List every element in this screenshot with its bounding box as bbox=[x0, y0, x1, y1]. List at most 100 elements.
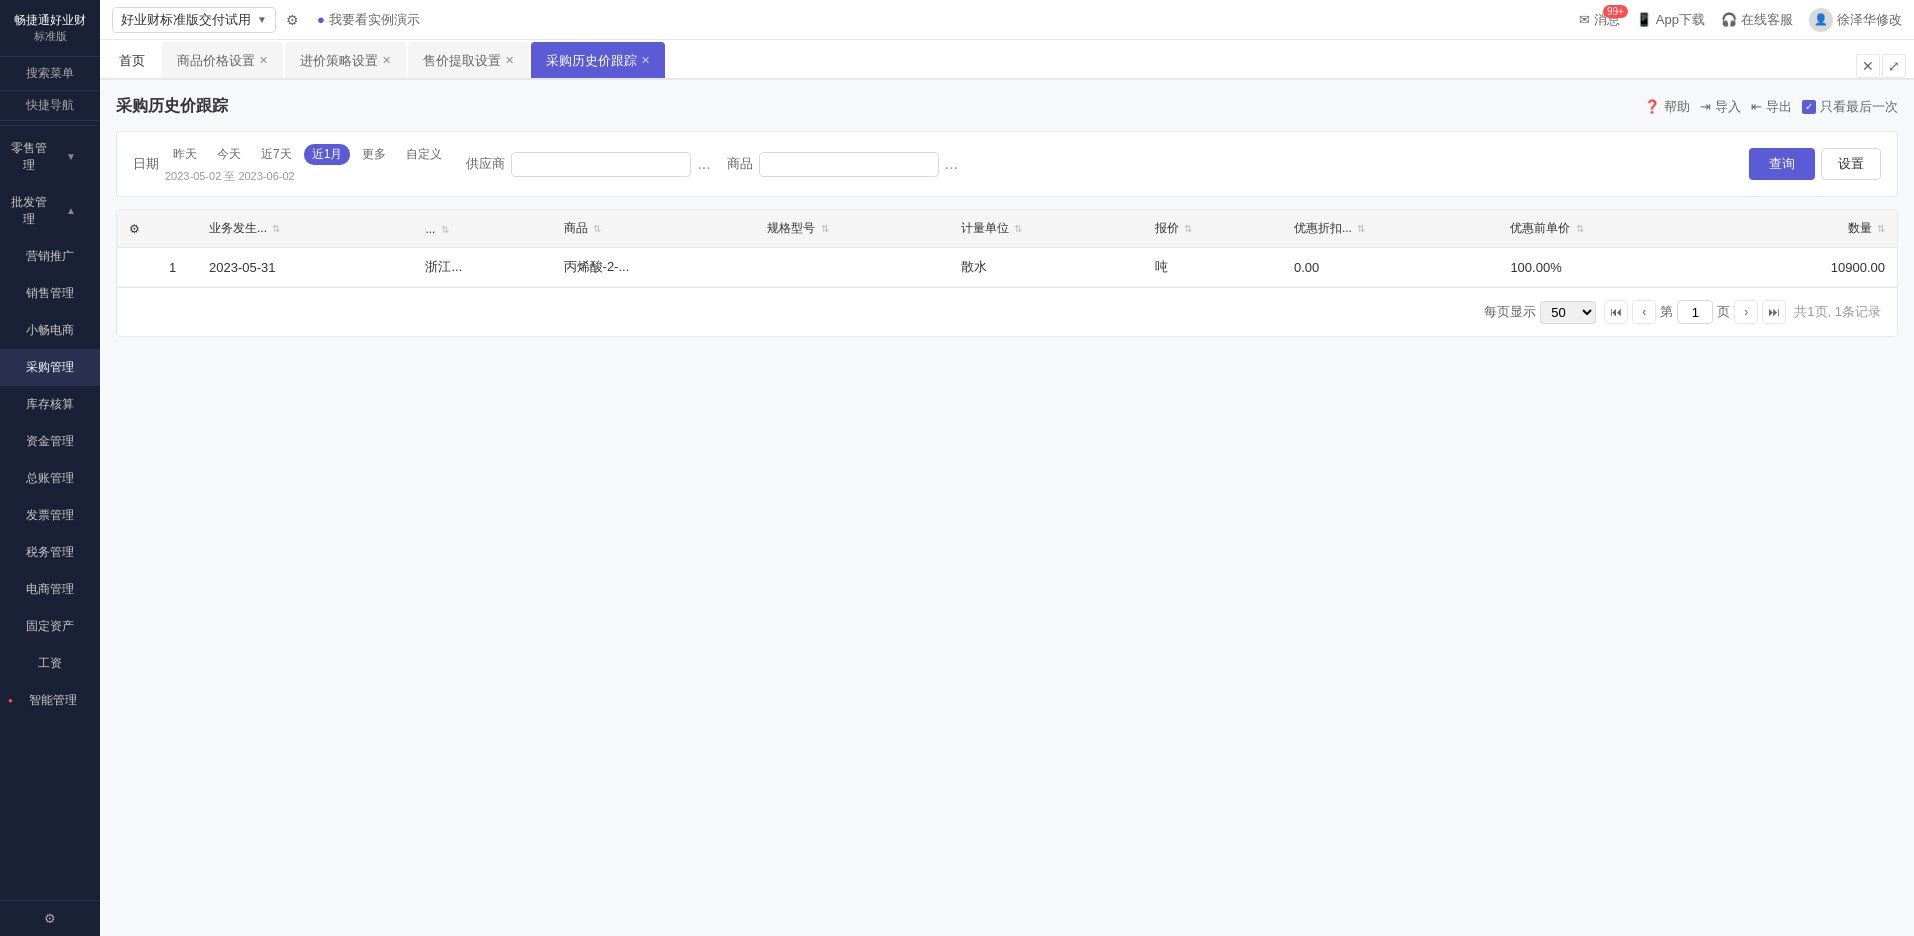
page-number-input[interactable] bbox=[1677, 300, 1713, 324]
online-service-button[interactable]: 🎧 在线客服 bbox=[1721, 11, 1793, 29]
sidebar-item-ecommerce-small[interactable]: 小畅电商 bbox=[0, 312, 100, 349]
sidebar-item-purchase[interactable]: 采购管理 bbox=[0, 349, 100, 386]
sidebar-item-invoice[interactable]: 发票管理 bbox=[0, 497, 100, 534]
row-goods: 丙烯酸-2-... bbox=[552, 248, 756, 287]
user-menu-button[interactable]: 👤 徐泽华修改 bbox=[1809, 8, 1902, 32]
sidebar-quick-nav[interactable]: 快捷导航 bbox=[0, 91, 100, 121]
page-label-unit: 页 bbox=[1717, 303, 1730, 321]
help-button[interactable]: ❓ 帮助 bbox=[1644, 98, 1690, 116]
supplier-more-icon[interactable]: ... bbox=[697, 155, 710, 173]
close-icon[interactable]: ✕ bbox=[259, 54, 268, 67]
close-tab-button[interactable]: ✕ bbox=[1856, 54, 1880, 78]
sidebar-settings-button[interactable]: ⚙ bbox=[0, 900, 100, 936]
sidebar-item-tax[interactable]: 税务管理 bbox=[0, 534, 100, 571]
app-download-button[interactable]: 📱 App下载 bbox=[1636, 11, 1705, 29]
sort-icon[interactable]: ⇅ bbox=[1877, 223, 1885, 234]
sidebar-item-general-ledger[interactable]: 总账管理 bbox=[0, 460, 100, 497]
th-quantity: 数量 ⇅ bbox=[1719, 210, 1897, 248]
filter-settings-button[interactable]: 设置 bbox=[1821, 148, 1881, 180]
sidebar-item-finance[interactable]: 资金管理 bbox=[0, 423, 100, 460]
sidebar-item-salary[interactable]: 工资 bbox=[0, 645, 100, 682]
settings-icon[interactable]: ⚙ bbox=[286, 12, 299, 28]
gear-icon[interactable]: ⚙ bbox=[129, 222, 140, 236]
date-pill-more[interactable]: 更多 bbox=[354, 144, 394, 165]
last-page-button[interactable]: ⏭ bbox=[1762, 300, 1786, 324]
tab-sale-price[interactable]: 售价提取设置 ✕ bbox=[408, 42, 529, 78]
tab-home[interactable]: 首页 bbox=[104, 42, 160, 78]
first-page-button[interactable]: ⏮ bbox=[1604, 300, 1628, 324]
sidebar-item-inventory[interactable]: 库存核算 bbox=[0, 386, 100, 423]
export-button[interactable]: ⇤ 导出 bbox=[1751, 98, 1792, 116]
sidebar-item-ecommerce[interactable]: 电商管理 bbox=[0, 571, 100, 608]
chevron-down-icon: ▼ bbox=[50, 151, 92, 162]
date-pill-today[interactable]: 今天 bbox=[209, 144, 249, 165]
supplier-input[interactable] bbox=[511, 152, 691, 177]
last-only-checkbox-container[interactable]: ✓ 只看最后一次 bbox=[1802, 98, 1898, 116]
tab-controls: ✕ ⤢ bbox=[1856, 54, 1914, 78]
date-pill-7days[interactable]: 近7天 bbox=[253, 144, 300, 165]
sort-icon[interactable]: ⇅ bbox=[441, 224, 449, 235]
date-pill-custom[interactable]: 自定义 bbox=[398, 144, 450, 165]
tab-price[interactable]: 商品价格设置 ✕ bbox=[162, 42, 283, 78]
goods-input[interactable] bbox=[759, 152, 939, 177]
table-header-row: ⚙ 业务发生... ⇅ ... ⇅ 商品 ⇅ bbox=[117, 210, 1897, 248]
tab-purchase-strategy-label: 进价策略设置 bbox=[300, 52, 378, 70]
tab-sale-price-label: 售价提取设置 bbox=[423, 52, 501, 70]
date-pill-1month[interactable]: 近1月 bbox=[304, 144, 351, 165]
sidebar-item-fixed-assets[interactable]: 固定资产 bbox=[0, 608, 100, 645]
th-dots: ... ⇅ bbox=[413, 210, 551, 248]
pagination: 每页显示 50 10 20 100 ⏮ ‹ 第 页 › ⏭ bbox=[117, 287, 1897, 336]
sort-icon[interactable]: ⇅ bbox=[821, 223, 829, 234]
row-discount: 0.00 bbox=[1282, 248, 1498, 287]
tab-purchase-strategy[interactable]: 进价策略设置 ✕ bbox=[285, 42, 406, 78]
sidebar-item-wholesale[interactable]: 批发管理 ▲ bbox=[0, 184, 100, 238]
play-icon: ● bbox=[317, 12, 325, 27]
version-selector[interactable]: 好业财标准版交付试用 ▼ bbox=[112, 7, 276, 33]
close-icon[interactable]: ✕ bbox=[505, 54, 514, 67]
per-page-dropdown[interactable]: 50 10 20 100 bbox=[1540, 301, 1596, 324]
sidebar-logo: 畅捷通好业财 标准版 bbox=[0, 0, 100, 57]
demo-button[interactable]: ● 我要看实例演示 bbox=[317, 11, 420, 29]
date-filter-label: 日期 bbox=[133, 155, 159, 173]
prev-page-button[interactable]: ‹ bbox=[1632, 300, 1656, 324]
sidebar-item-smart-mgmt[interactable]: 智能管理 bbox=[0, 682, 100, 719]
sidebar-search[interactable]: 搜索菜单 bbox=[0, 57, 100, 91]
app-name: 畅捷通好业财 bbox=[8, 12, 92, 29]
th-unit: 计量单位 ⇅ bbox=[949, 210, 1143, 248]
maximize-tab-button[interactable]: ⤢ bbox=[1882, 54, 1906, 78]
sidebar-item-sales[interactable]: 销售管理 bbox=[0, 275, 100, 312]
sidebar-divider bbox=[0, 125, 100, 126]
last-only-checkbox[interactable]: ✓ bbox=[1802, 100, 1816, 114]
close-icon[interactable]: ✕ bbox=[382, 54, 391, 67]
page-title: 采购历史价跟踪 bbox=[116, 96, 228, 117]
per-page-label: 每页显示 bbox=[1484, 303, 1536, 321]
row-quantity: 10900.00 bbox=[1719, 248, 1897, 287]
filter-actions: 查询 设置 bbox=[1749, 148, 1881, 180]
import-button[interactable]: ⇥ 导入 bbox=[1700, 98, 1741, 116]
row-spec bbox=[755, 248, 949, 287]
sidebar-item-marketing[interactable]: 营销推广 bbox=[0, 238, 100, 275]
goods-more-icon[interactable]: ... bbox=[945, 155, 958, 173]
topbar-right: ✉ 消息 99+ 📱 App下载 🎧 在线客服 👤 徐泽华修改 bbox=[1579, 8, 1902, 32]
import-label: 导入 bbox=[1715, 98, 1741, 116]
sort-icon[interactable]: ⇅ bbox=[1576, 223, 1584, 234]
content-area: 采购历史价跟踪 ❓ 帮助 ⇥ 导入 ⇤ 导出 ✓ 只看最后一次 bbox=[100, 80, 1914, 936]
headset-icon: 🎧 bbox=[1721, 12, 1737, 27]
sort-icon[interactable]: ⇅ bbox=[272, 223, 280, 234]
query-button[interactable]: 查询 bbox=[1749, 148, 1815, 180]
date-pill-yesterday[interactable]: 昨天 bbox=[165, 144, 205, 165]
tab-bar: 首页 商品价格设置 ✕ 进价策略设置 ✕ 售价提取设置 ✕ 采购历史价跟踪 ✕ … bbox=[100, 40, 1914, 80]
tab-purchase-history[interactable]: 采购历史价跟踪 ✕ bbox=[531, 42, 665, 78]
close-icon[interactable]: ✕ bbox=[641, 54, 650, 67]
page-nav: ⏮ ‹ 第 页 › ⏭ bbox=[1604, 300, 1786, 324]
messages-button[interactable]: ✉ 消息 99+ bbox=[1579, 11, 1620, 29]
sidebar-item-retail[interactable]: 零售管理 ▼ bbox=[0, 130, 100, 184]
table-section: ⚙ 业务发生... ⇅ ... ⇅ 商品 ⇅ bbox=[116, 209, 1898, 337]
next-page-button[interactable]: › bbox=[1734, 300, 1758, 324]
chevron-up-icon: ▲ bbox=[50, 205, 92, 216]
sort-icon[interactable]: ⇅ bbox=[1014, 223, 1022, 234]
main-area: 好业财标准版交付试用 ▼ ⚙ ● 我要看实例演示 ✉ 消息 99+ 📱 App下… bbox=[100, 0, 1914, 936]
sort-icon[interactable]: ⇅ bbox=[1184, 223, 1192, 234]
sort-icon[interactable]: ⇅ bbox=[1357, 223, 1365, 234]
sort-icon[interactable]: ⇅ bbox=[593, 223, 601, 234]
